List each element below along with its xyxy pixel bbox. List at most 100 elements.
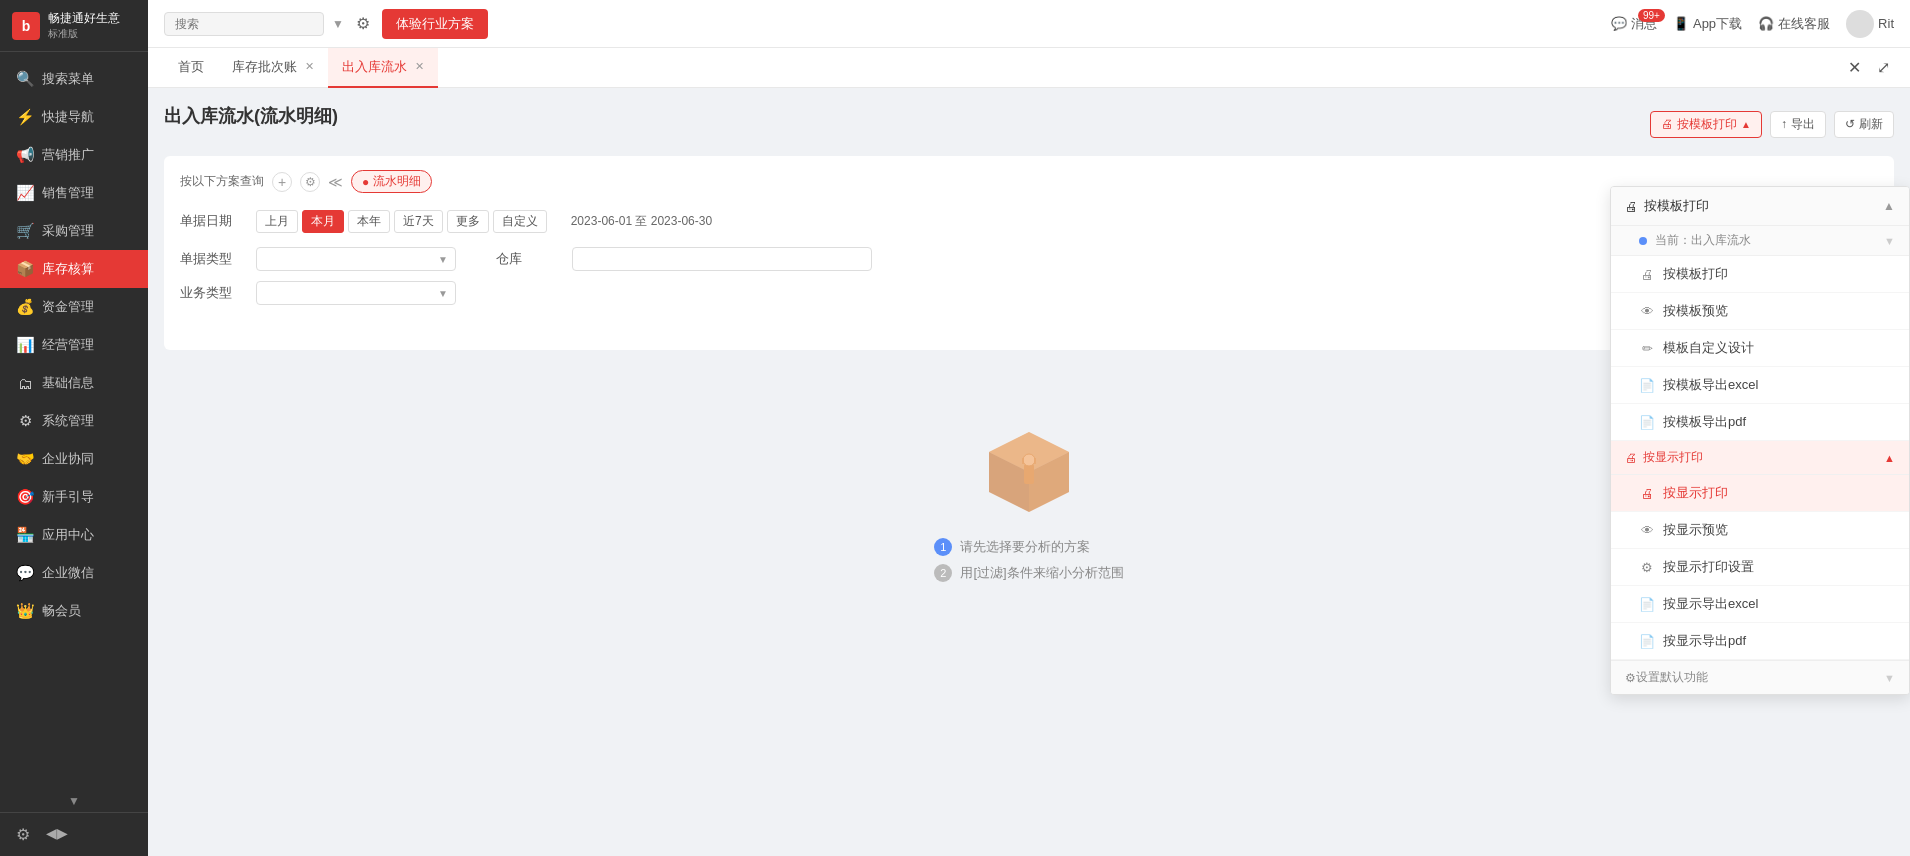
online-service-btn[interactable]: 🎧 在线客服 [1758, 15, 1830, 33]
app-logo: b 畅捷通好生意 标准版 [0, 0, 148, 52]
dropdown-item-template-excel[interactable]: 📄 按模板导出excel [1611, 367, 1909, 404]
sidebar-collapse-icon[interactable]: ◀▶ [46, 825, 68, 844]
trial-btn[interactable]: 体验行业方案 [382, 9, 488, 39]
print-template-btn[interactable]: 🖨 按模板打印 ▲ [1650, 111, 1762, 138]
date-btn-more[interactable]: 更多 [447, 210, 489, 233]
sidebar-item-inventory[interactable]: 📦 库存核算 [0, 250, 148, 288]
doc-type-select[interactable] [256, 247, 456, 271]
dropdown-header-chevron[interactable]: ▲ [1883, 199, 1895, 213]
dropdown-header: 🖨 按模板打印 ▲ [1611, 187, 1909, 226]
step2-num: 2 [934, 564, 952, 582]
display-settings-icon: ⚙ [1639, 559, 1655, 575]
doc-type-select-wrapper [256, 247, 456, 271]
sidebar-item-member[interactable]: 👑 畅会员 [0, 592, 148, 630]
sidebar-item-wechat[interactable]: 💬 企业微信 [0, 554, 148, 592]
dropdown-item-display-print[interactable]: 🖨 按显示打印 [1611, 475, 1909, 512]
date-btn-this-month[interactable]: 本月 [302, 210, 344, 233]
dropdown-header-title: 🖨 按模板打印 [1625, 197, 1709, 215]
dropdown-item-template-pdf[interactable]: 📄 按模板导出pdf [1611, 404, 1909, 441]
dropdown-section2-header: 🖨 按显示打印 ▲ [1611, 441, 1909, 475]
date-btn-custom[interactable]: 自定义 [493, 210, 547, 233]
sidebar-item-basic[interactable]: 🗂 基础信息 [0, 364, 148, 402]
tab-flow-close[interactable]: ✕ [415, 60, 424, 73]
sidebar: b 畅捷通好生意 标准版 🔍 搜索菜单 ⚡ 快捷导航 📢 营销推广 📈 销售管理… [0, 0, 148, 856]
sidebar-item-finance[interactable]: 💰 资金管理 [0, 288, 148, 326]
tab-batch-close[interactable]: ✕ [305, 60, 314, 73]
sidebar-item-sales[interactable]: 📈 销售管理 [0, 174, 148, 212]
display-preview-icon: 👁 [1639, 522, 1655, 538]
date-btn-last-month[interactable]: 上月 [256, 210, 298, 233]
message-badge: 99+ [1638, 9, 1665, 22]
sidebar-item-appstore[interactable]: 🏪 应用中心 [0, 516, 148, 554]
topbar-gear-icon[interactable]: ⚙ [356, 14, 370, 33]
dropdown-footer[interactable]: ⚙ 设置默认功能 ▼ [1611, 660, 1909, 694]
inventory-icon: 📦 [16, 260, 34, 278]
dropdown-item-display-preview[interactable]: 👁 按显示预览 [1611, 512, 1909, 549]
user-avatar-btn[interactable]: Rit [1846, 10, 1894, 38]
tabbar-expand-icon[interactable]: ⤢ [1873, 54, 1894, 81]
svg-point-8 [1639, 237, 1647, 245]
business-type-select[interactable] [256, 281, 456, 305]
tabbar-close-icon[interactable]: ✕ [1844, 54, 1865, 81]
page-title: 出入库流水(流水明细) [164, 104, 338, 128]
sidebar-settings-icon[interactable]: ⚙ [16, 825, 30, 844]
newbie-icon: 🎯 [16, 488, 34, 506]
sidebar-item-purchase[interactable]: 🛒 采购管理 [0, 212, 148, 250]
filter-tag-flow[interactable]: ● 流水明细 [351, 170, 432, 193]
date-btn-7days[interactable]: 近7天 [394, 210, 443, 233]
dropdown-item-template-custom[interactable]: ✏ 模板自定义设计 [1611, 330, 1909, 367]
dropdown-item-template-preview[interactable]: 👁 按模板预览 [1611, 293, 1909, 330]
export-icon: ↑ [1781, 117, 1787, 131]
date-field-label: 单据日期 [180, 212, 240, 230]
warehouse-input[interactable] [572, 247, 872, 271]
tabbar-right-actions: ✕ ⤢ [1844, 54, 1894, 81]
system-icon: ⚙ [16, 412, 34, 430]
sidebar-item-search[interactable]: 🔍 搜索菜单 [0, 60, 148, 98]
tab-flow[interactable]: 出入库流水 ✕ [328, 48, 438, 88]
section2-chevron[interactable]: ▲ [1884, 452, 1895, 464]
app-download-btn[interactable]: 📱 App下载 [1673, 15, 1742, 33]
dropdown-item-template-print[interactable]: 🖨 按模板打印 [1611, 256, 1909, 293]
search-icon: 🔍 [16, 70, 34, 88]
main-content: ▼ ⚙ 体验行业方案 💬 消息 99+ 📱 App下载 🎧 在线客服 Rit [148, 0, 1910, 856]
date-btn-this-year[interactable]: 本年 [348, 210, 390, 233]
chevron-up-icon: ▲ [1741, 119, 1751, 130]
sidebar-nav: 🔍 搜索菜单 ⚡ 快捷导航 📢 营销推广 📈 销售管理 🛒 采购管理 📦 库存核… [0, 52, 148, 790]
display-excel-icon: 📄 [1639, 596, 1655, 612]
export-btn[interactable]: ↑ 导出 [1770, 111, 1826, 138]
empty-step-1: 1 请先选择要分析的方案 [934, 538, 1123, 556]
dropdown-item-display-excel[interactable]: 📄 按显示导出excel [1611, 586, 1909, 623]
section2-header-icon: 🖨 [1625, 451, 1637, 465]
finance-icon: 💰 [16, 298, 34, 316]
empty-icon [979, 422, 1079, 522]
sidebar-item-newbie[interactable]: 🎯 新手引导 [0, 478, 148, 516]
message-btn[interactable]: 💬 消息 99+ [1611, 15, 1657, 33]
date-range-display: 2023-06-01 至 2023-06-30 [571, 213, 712, 230]
filter-add-btn[interactable]: + [272, 172, 292, 192]
tab-batch[interactable]: 库存批次账 ✕ [218, 48, 328, 88]
filter-settings-btn[interactable]: ⚙ [300, 172, 320, 192]
dropdown-current: 当前：出入库流水 ▼ [1611, 226, 1909, 256]
refresh-btn[interactable]: ↺ 刷新 [1834, 111, 1894, 138]
operation-icon: 📊 [16, 336, 34, 354]
logo-icon: b [12, 12, 40, 40]
member-icon: 👑 [16, 602, 34, 620]
logo-text: 畅捷通好生意 标准版 [48, 10, 120, 41]
topbar-search-chevron[interactable]: ▼ [332, 17, 344, 31]
message-icon: 💬 [1611, 16, 1627, 31]
sidebar-item-shortcut[interactable]: ⚡ 快捷导航 [0, 98, 148, 136]
print-dropdown-panel: 🖨 按模板打印 ▲ 当前：出入库流水 ▼ 🖨 按模板打印 👁 按模板预览 [1610, 186, 1910, 695]
topbar-search-input[interactable] [164, 12, 324, 36]
sidebar-item-enterprise[interactable]: 🤝 企业协同 [0, 440, 148, 478]
dropdown-item-display-print-settings[interactable]: ⚙ 按显示打印设置 [1611, 549, 1909, 586]
shortcut-icon: ⚡ [16, 108, 34, 126]
tab-home[interactable]: 首页 [164, 48, 218, 88]
template-pdf-icon: 📄 [1639, 414, 1655, 430]
sidebar-item-marketing[interactable]: 📢 营销推广 [0, 136, 148, 174]
enterprise-icon: 🤝 [16, 450, 34, 468]
dropdown-item-display-pdf[interactable]: 📄 按显示导出pdf [1611, 623, 1909, 660]
sidebar-item-system[interactable]: ⚙ 系统管理 [0, 402, 148, 440]
date-buttons: 上月 本月 本年 近7天 更多 自定义 [256, 210, 547, 233]
sidebar-item-operation[interactable]: 📊 经营管理 [0, 326, 148, 364]
filter-collapse-btn[interactable]: ≪ [328, 174, 343, 190]
